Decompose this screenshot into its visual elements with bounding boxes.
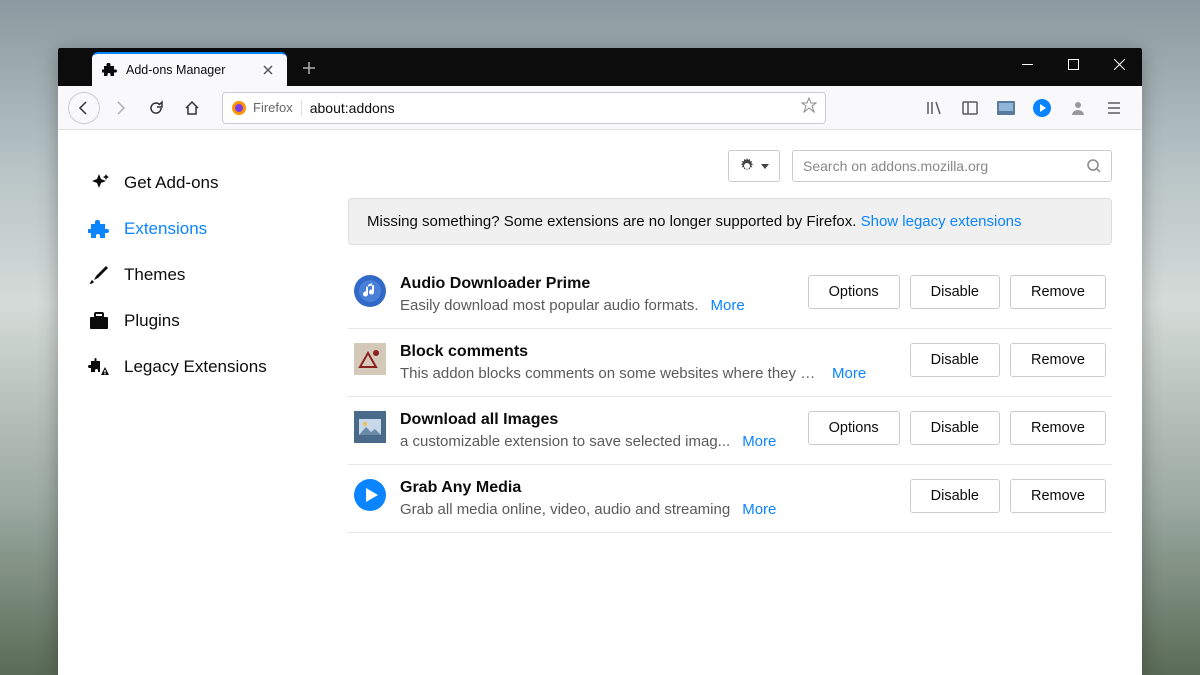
back-button[interactable] [68,92,100,124]
sidebar-label: Extensions [124,219,207,239]
extension-actions: Disable Remove [910,479,1106,513]
extension-actions: Options Disable Remove [808,411,1106,445]
sidebar-icon[interactable] [956,94,984,122]
sidebar-item-themes[interactable]: Themes [88,252,348,298]
extension-name: Block comments [400,343,896,361]
url-text: about:addons [310,100,801,116]
sidebar-label: Plugins [124,311,180,331]
gear-icon [739,158,755,174]
disable-button[interactable]: Disable [910,275,1000,309]
legacy-banner: Missing something? Some extensions are n… [348,198,1112,245]
minimize-button[interactable] [1004,48,1050,80]
extension-description: Grab all media online, video, audio and … [400,501,730,518]
options-button[interactable]: Options [808,411,900,445]
sidebar-item-get-addons[interactable]: Get Add-ons [88,160,348,206]
extension-name: Download all Images [400,411,794,429]
maximize-button[interactable] [1050,48,1096,80]
briefcase-icon [88,310,110,332]
more-link[interactable]: More [711,297,745,314]
more-link[interactable]: More [742,433,776,450]
remove-button[interactable]: Remove [1010,343,1106,377]
extension-info: Grab Any Media Grab all media online, vi… [400,479,896,518]
show-legacy-link[interactable]: Show legacy extensions [861,213,1022,230]
more-link[interactable]: More [742,501,776,518]
toolbar-right [920,94,1132,122]
extension-list: Audio Downloader Prime Easily download m… [348,261,1112,533]
url-bar[interactable]: Firefox about:addons [222,92,826,124]
nav-toolbar: Firefox about:addons [58,86,1142,130]
chevron-down-icon [761,164,769,169]
tab-title: Add-ons Manager [126,63,259,77]
close-window-button[interactable] [1096,48,1142,80]
sidebar-item-legacy[interactable]: Legacy Extensions [88,344,348,390]
home-button[interactable] [176,92,208,124]
extension-description: Easily download most popular audio forma… [400,297,699,314]
firefox-icon [231,100,247,116]
browser-tab[interactable]: Add-ons Manager [92,52,287,86]
extension-icon [354,479,386,511]
extension-name: Grab Any Media [400,479,896,497]
titlebar: Add-ons Manager [58,48,1142,86]
extension-icon [354,343,386,375]
remove-button[interactable]: Remove [1010,479,1106,513]
extension-item: Download all Images a customizable exten… [348,397,1112,465]
extension-info: Block comments This addon blocks comment… [400,343,896,382]
extension-info: Download all Images a customizable exten… [400,411,794,450]
identity-label: Firefox [253,100,293,115]
sidebar-item-extensions[interactable]: Extensions [88,206,348,252]
extension-description: This addon blocks comments on some websi… [400,365,820,382]
extension-description: a customizable extension to save selecte… [400,433,730,450]
screenshot-icon[interactable] [992,94,1020,122]
extension-info: Audio Downloader Prime Easily download m… [400,275,794,314]
banner-text: Missing something? Some extensions are n… [367,213,861,230]
extension-item: Audio Downloader Prime Easily download m… [348,261,1112,329]
bookmark-star-icon[interactable] [801,97,817,118]
sidebar-label: Get Add-ons [124,173,219,193]
search-icon [1087,159,1101,173]
main-panel: Missing something? Some extensions are n… [348,130,1142,675]
extension-actions: Disable Remove [910,343,1106,377]
sidebar-item-plugins[interactable]: Plugins [88,298,348,344]
profile-icon[interactable] [1064,94,1092,122]
more-link[interactable]: More [832,365,866,382]
sidebar-label: Legacy Extensions [124,357,267,377]
disable-button[interactable]: Disable [910,411,1000,445]
options-button[interactable]: Options [808,275,900,309]
window-controls [1004,48,1142,80]
puzzle-warning-icon [88,356,110,378]
extension-name: Audio Downloader Prime [400,275,794,293]
remove-button[interactable]: Remove [1010,275,1106,309]
close-icon[interactable] [259,61,277,79]
addon-search-box[interactable] [792,150,1112,182]
remove-button[interactable]: Remove [1010,411,1106,445]
extension-icon [354,411,386,443]
brush-icon [88,264,110,286]
menu-icon[interactable] [1100,94,1128,122]
extension-icon [354,275,386,307]
disable-button[interactable]: Disable [910,343,1000,377]
sparkle-icon [88,172,110,194]
puzzle-icon [88,218,110,240]
reload-button[interactable] [140,92,172,124]
addon-search-input[interactable] [803,158,1087,174]
extension-item: Grab Any Media Grab all media online, vi… [348,465,1112,533]
media-icon[interactable] [1028,94,1056,122]
addon-sidebar: Get Add-ons Extensions Themes Plugins Le… [58,130,348,675]
sidebar-label: Themes [124,265,185,285]
content-area: Get Add-ons Extensions Themes Plugins Le… [58,130,1142,675]
identity-box[interactable]: Firefox [231,100,302,116]
library-icon[interactable] [920,94,948,122]
forward-button[interactable] [104,92,136,124]
new-tab-button[interactable] [295,54,323,82]
puzzle-icon [102,62,118,78]
tools-menu-button[interactable] [728,150,780,182]
main-header [348,150,1112,182]
browser-window: Add-ons Manager Firefox about:addons [58,48,1142,675]
extension-actions: Options Disable Remove [808,275,1106,309]
disable-button[interactable]: Disable [910,479,1000,513]
extension-item: Block comments This addon blocks comment… [348,329,1112,397]
